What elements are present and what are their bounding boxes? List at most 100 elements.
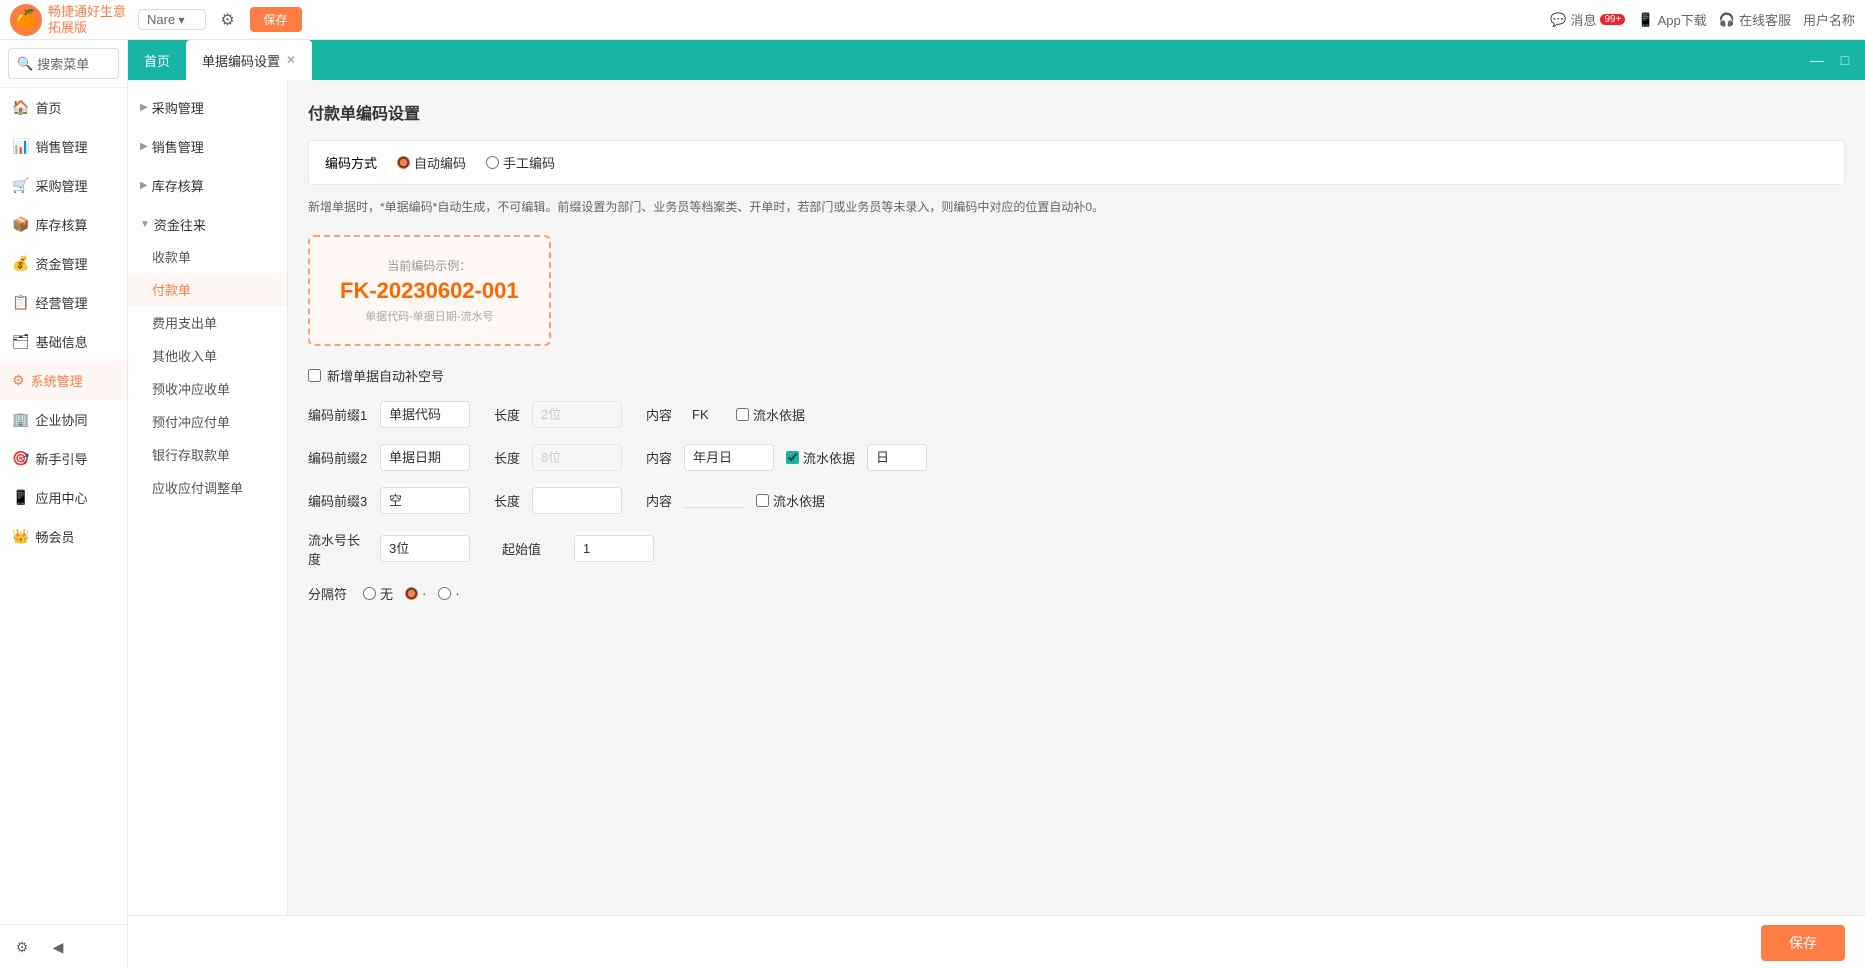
- separator-radio-group: 无 · ·: [363, 584, 460, 603]
- trial-button[interactable]: 保存: [250, 7, 302, 32]
- message-badge: 99+: [1600, 14, 1625, 25]
- length-select-wrapper-2: 8位: [532, 444, 622, 471]
- auto-encode-radio[interactable]: 自动编码: [397, 153, 466, 172]
- stream-checkbox-3: 流水依据: [756, 491, 825, 510]
- purchase-icon: 🛒: [12, 177, 29, 194]
- basic-icon: 🗂: [12, 333, 30, 350]
- content-select-wrapper-2: 年月日 年月 年: [684, 444, 774, 471]
- sidebar-item-inventory[interactable]: 📦 库存核算: [0, 205, 127, 244]
- chevron-down-icon-capital: ▼: [140, 219, 150, 230]
- message-tool[interactable]: 💬 消息 99+: [1550, 10, 1625, 29]
- sidebar-item-enterprise[interactable]: 🏢 企业协同: [0, 400, 127, 439]
- sidebar-item-guide[interactable]: 🎯 新手引导: [0, 439, 127, 478]
- sub-nav-sales-header[interactable]: ▶ 销售管理: [128, 131, 287, 162]
- sub-nav-capital-header[interactable]: ▼ 资金往来: [128, 209, 287, 240]
- sidebar-item-member[interactable]: 👑 畅会员: [0, 517, 127, 556]
- length-select-wrapper-3: [532, 487, 622, 514]
- breadcrumb-select[interactable]: Nare ▾: [138, 9, 206, 30]
- sidebar-collapse-button[interactable]: ◀: [44, 933, 72, 961]
- manual-encode-radio[interactable]: 手工编码: [486, 153, 555, 172]
- separator-dash[interactable]: ·: [438, 586, 459, 601]
- length-select-3[interactable]: [532, 487, 622, 514]
- serial-length-label: 流水号长度: [308, 530, 368, 568]
- stream-check-input-2[interactable]: [786, 451, 799, 464]
- prefix-select-1[interactable]: 单据代码 单据日期 空: [380, 401, 470, 428]
- tab-home[interactable]: 首页: [128, 40, 186, 80]
- prefix-select-3[interactable]: 空 单据代码 单据日期: [380, 487, 470, 514]
- serial-length-select-wrapper: 3位 4位 5位: [380, 535, 470, 562]
- sidebar-bottom: ⚙ ◀: [0, 924, 127, 969]
- stream-select-2[interactable]: 日 月 年: [867, 444, 927, 471]
- member-icon: 👑: [12, 528, 29, 545]
- main-layout: 🔍 搜索菜单 🏠 首页 📊 销售管理 🛒 采购管理 📦 库存核算 💰 资金管理 …: [0, 40, 1865, 969]
- system-icon: ⚙: [12, 372, 25, 389]
- message-icon: 💬: [1550, 12, 1566, 28]
- sub-nav-expense[interactable]: 费用支出单: [128, 306, 287, 339]
- separator-label: 分隔符: [308, 584, 347, 603]
- gear-button[interactable]: ⚙: [214, 6, 242, 34]
- sub-nav-bank[interactable]: 银行存取款单: [128, 438, 287, 471]
- sidebar-item-finance[interactable]: 💰 资金管理: [0, 244, 127, 283]
- prefix-select-2[interactable]: 单据日期 单据代码 空: [380, 444, 470, 471]
- prefix-label-2: 编码前缀2: [308, 448, 368, 467]
- sidebar-item-home[interactable]: 🏠 首页: [0, 88, 127, 127]
- tab-encoding[interactable]: 单据编码设置 ✕: [186, 40, 312, 80]
- content-label-2: 内容: [646, 448, 672, 467]
- online-service-tool[interactable]: 🎧 在线客服: [1719, 10, 1791, 29]
- sidebar-item-purchase[interactable]: 🛒 采购管理: [0, 166, 127, 205]
- stream-check-input-1[interactable]: [736, 408, 749, 421]
- stream-check-input-3[interactable]: [756, 494, 769, 507]
- chevron-right-icon: ▶: [140, 102, 148, 113]
- length-label-3: 长度: [494, 491, 520, 510]
- user-name[interactable]: 用户名称: [1803, 10, 1855, 29]
- content-label-3: 内容: [646, 491, 672, 510]
- chevron-right-icon-2: ▶: [140, 141, 148, 152]
- tab-close-icon[interactable]: ✕: [286, 53, 296, 67]
- logo-area: 🍊 畅捷通好生意 拓展版: [10, 4, 130, 36]
- stream-checkbox-1: 流水依据: [736, 405, 805, 424]
- prefix-row-3: 编码前缀3 空 单据代码 单据日期 长度 内容: [308, 487, 1845, 514]
- sub-nav-prepay-receivable[interactable]: 预收冲应收单: [128, 372, 287, 405]
- sidebar-item-basic[interactable]: 🗂 基础信息: [0, 322, 127, 361]
- separator-dot[interactable]: ·: [405, 586, 426, 601]
- sidebar-settings-button[interactable]: ⚙: [8, 933, 36, 961]
- sales-icon: 📊: [12, 138, 29, 155]
- sub-nav-prepay-payable[interactable]: 预付冲应付单: [128, 405, 287, 438]
- sub-nav-adjustment[interactable]: 应收应付调整单: [128, 471, 287, 504]
- sidebar-item-system[interactable]: ⚙ 系统管理: [0, 361, 127, 400]
- sub-nav-other-income[interactable]: 其他收入单: [128, 339, 287, 372]
- sidebar-search: 🔍 搜索菜单: [0, 40, 127, 88]
- sub-nav-receipt[interactable]: 收款单: [128, 240, 287, 273]
- example-code: FK-20230602-001: [340, 278, 519, 304]
- prefix-row-2: 编码前缀2 单据日期 单据代码 空 长度 8位 内容: [308, 444, 1845, 471]
- prefix-row-1: 编码前缀1 单据代码 单据日期 空 长度 2位 内容: [308, 401, 1845, 428]
- start-value-input[interactable]: [574, 535, 654, 562]
- separator-none[interactable]: 无: [363, 584, 393, 603]
- sub-nav-payment[interactable]: 付款单: [128, 273, 287, 306]
- sidebar-item-operation[interactable]: 📋 经营管理: [0, 283, 127, 322]
- maximize-button[interactable]: □: [1833, 48, 1857, 72]
- app-download-tool[interactable]: 📱 App下载: [1637, 10, 1706, 29]
- sub-nav-section-sales: ▶ 销售管理: [128, 127, 287, 166]
- sub-nav-purchase-header[interactable]: ▶ 采购管理: [128, 92, 287, 123]
- app-icon: 📱: [1637, 12, 1653, 28]
- serial-row: 流水号长度 3位 4位 5位 起始值: [308, 530, 1845, 568]
- left-sidebar: 🔍 搜索菜单 🏠 首页 📊 销售管理 🛒 采购管理 📦 库存核算 💰 资金管理 …: [0, 40, 128, 969]
- service-icon: 🎧: [1719, 12, 1735, 28]
- search-menu-button[interactable]: 🔍 搜索菜单: [8, 48, 119, 79]
- content-select-2[interactable]: 年月日 年月 年: [684, 444, 774, 471]
- sidebar-item-sales[interactable]: 📊 销售管理: [0, 127, 127, 166]
- bottom-bar: 保存: [128, 915, 1865, 969]
- stream-label-2: 流水依据: [803, 448, 855, 467]
- enterprise-icon: 🏢: [12, 411, 29, 428]
- serial-length-select[interactable]: 3位 4位 5位: [380, 535, 470, 562]
- sidebar-item-app[interactable]: 📱 应用中心: [0, 478, 127, 517]
- prefix-select-wrapper-1: 单据代码 单据日期 空: [380, 401, 470, 428]
- auto-fill-checkbox[interactable]: [308, 369, 321, 382]
- sub-nav-inventory-header[interactable]: ▶ 库存核算: [128, 170, 287, 201]
- save-button[interactable]: 保存: [1761, 925, 1845, 961]
- minimize-button[interactable]: —: [1805, 48, 1829, 72]
- length-select-1: 2位: [532, 401, 622, 428]
- content-value-3: [684, 492, 744, 508]
- stream-select-wrapper-2: 日 月 年: [867, 444, 927, 471]
